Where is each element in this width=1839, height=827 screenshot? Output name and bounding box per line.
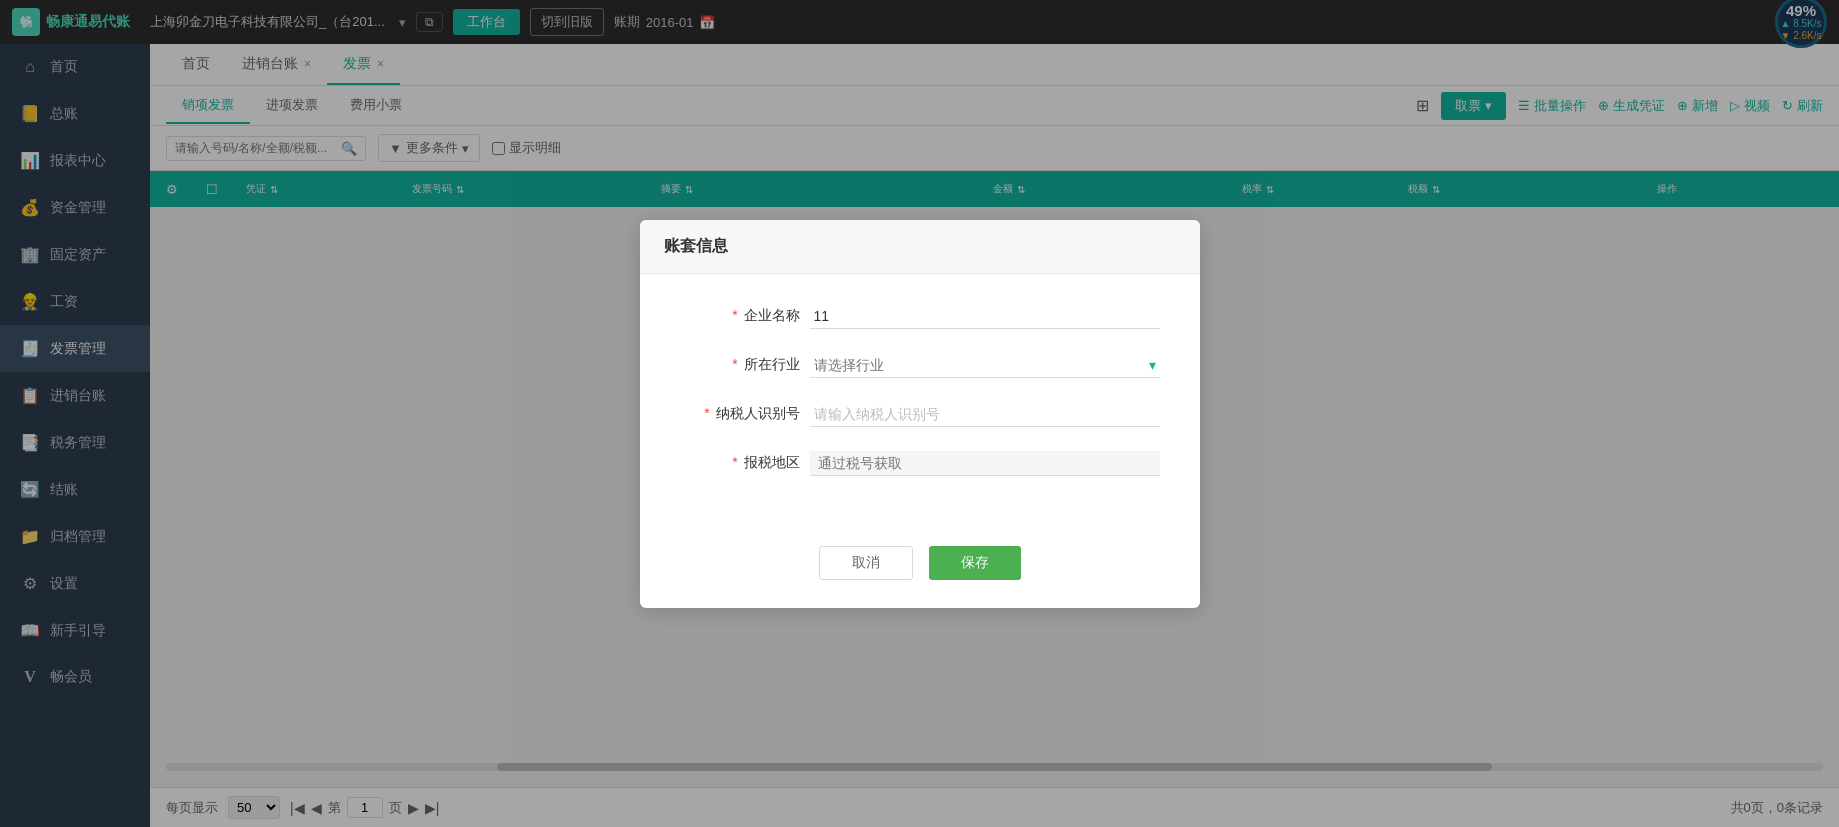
industry-select-wrap[interactable]: ▾ — [810, 353, 1160, 378]
dialog-footer: 取消 保存 — [640, 530, 1200, 608]
form-row-company: * 企业名称 — [680, 304, 1160, 329]
dialog-body: * 企业名称 * 所在行业 ▾ * 纳税人识 — [640, 274, 1200, 530]
tax-id-input[interactable] — [810, 402, 1160, 427]
required-star-industry: * — [732, 356, 737, 372]
account-info-dialog: 账套信息 * 企业名称 * 所在行业 ▾ — [640, 220, 1200, 608]
modal-overlay: 账套信息 * 企业名称 * 所在行业 ▾ — [0, 0, 1839, 827]
tax-region-label: * 报税地区 — [680, 454, 800, 472]
company-name-input[interactable] — [810, 304, 1160, 329]
tax-id-label: * 纳税人识别号 — [680, 405, 800, 423]
required-star-tax-region: * — [732, 454, 737, 470]
form-row-tax-region: * 报税地区 — [680, 451, 1160, 476]
save-button[interactable]: 保存 — [929, 546, 1021, 580]
required-star-company: * — [732, 307, 737, 323]
required-star-tax-id: * — [704, 405, 709, 421]
industry-dropdown-icon[interactable]: ▾ — [1149, 357, 1156, 373]
dialog-title: 账套信息 — [664, 237, 728, 254]
industry-label: * 所在行业 — [680, 356, 800, 374]
cancel-button[interactable]: 取消 — [819, 546, 913, 580]
tax-region-input — [810, 451, 1160, 476]
form-row-tax-id: * 纳税人识别号 — [680, 402, 1160, 427]
industry-select-input[interactable] — [814, 357, 1149, 373]
company-name-label: * 企业名称 — [680, 307, 800, 325]
dialog-header: 账套信息 — [640, 220, 1200, 274]
form-row-industry: * 所在行业 ▾ — [680, 353, 1160, 378]
